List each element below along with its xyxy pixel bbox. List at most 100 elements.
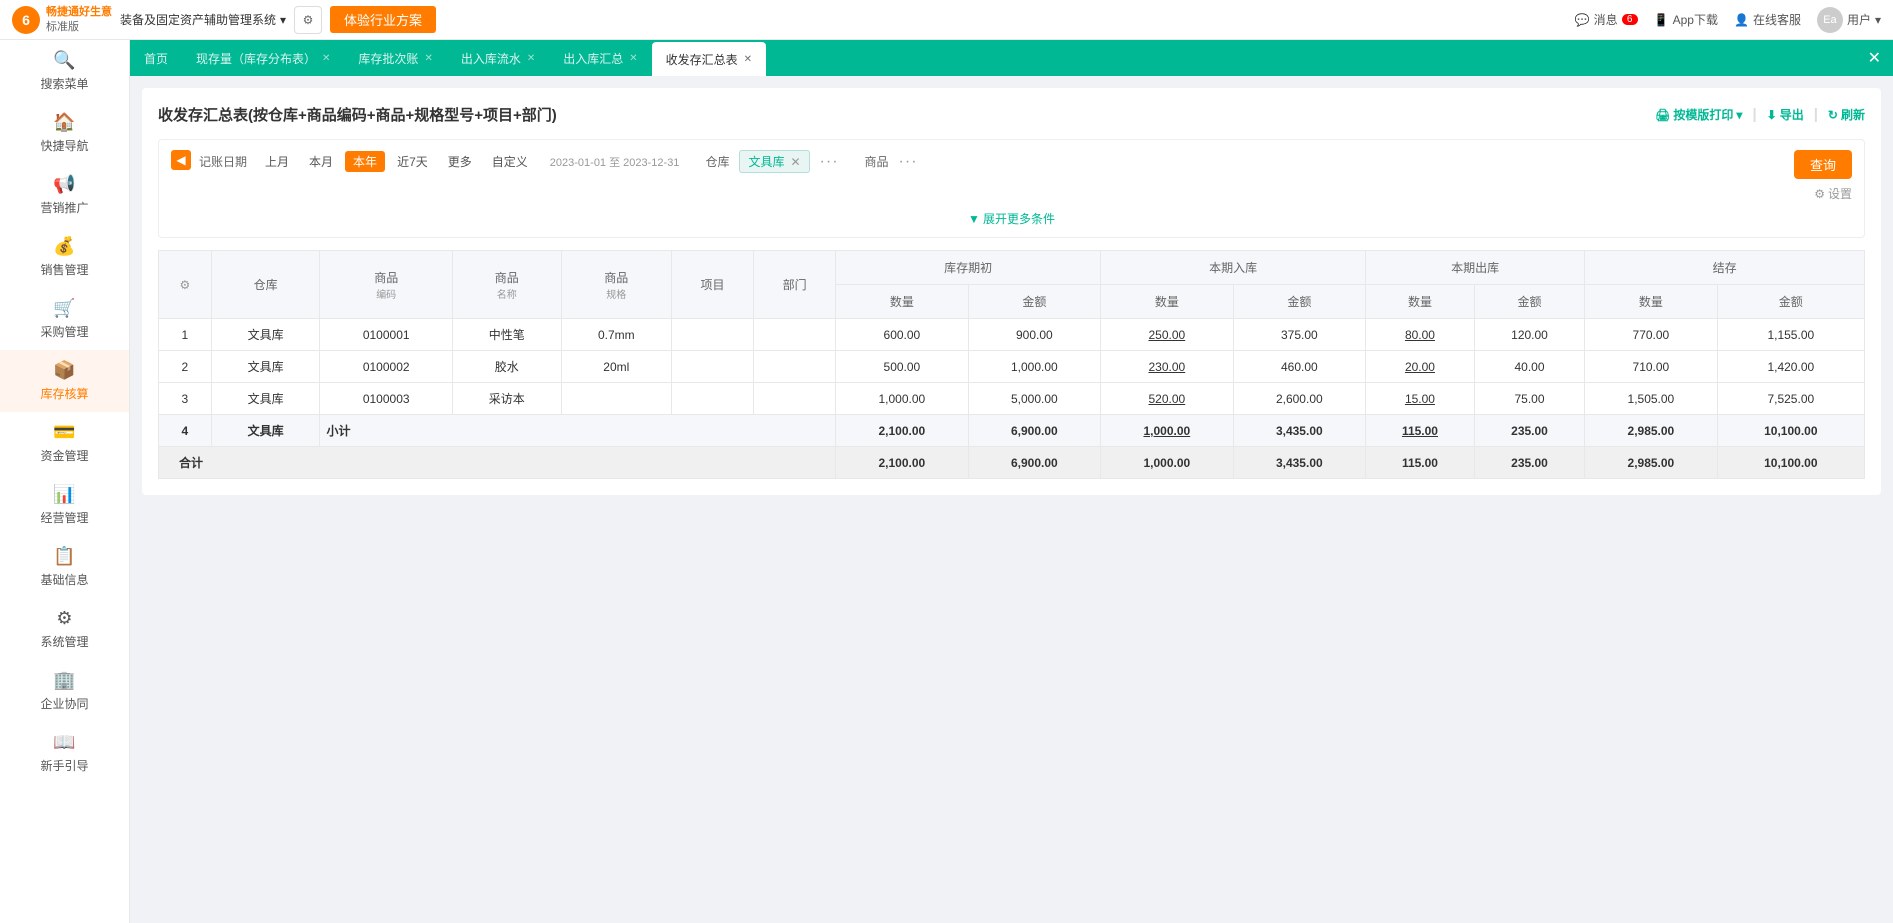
tab-recv-send-summary-label: 收发存汇总表: [666, 51, 738, 68]
tab-recv-send-summary[interactable]: 收发存汇总表 ✕: [652, 42, 766, 76]
search-icon: 🔍: [53, 50, 75, 71]
tab-stock-dist[interactable]: 现存量（库存分布表） ✕: [182, 40, 344, 76]
sidebar-item-search[interactable]: 🔍 搜索菜单: [0, 40, 129, 102]
filter-date-7days[interactable]: 近7天: [389, 151, 436, 172]
cell-out-qty[interactable]: 20.00: [1366, 351, 1475, 383]
print-dropdown-icon: ▾: [1736, 108, 1742, 122]
sidebar-item-guide[interactable]: 📖 新手引导: [0, 722, 129, 784]
goods-label: 商品: [865, 153, 889, 170]
cell-goods-spec: 0.7mm: [561, 319, 671, 351]
purchase-icon: 🛒: [53, 298, 75, 319]
user-button[interactable]: Ea 用户 ▾: [1817, 7, 1881, 33]
total-out-qty: 115.00: [1366, 447, 1475, 479]
top-bar-actions: 💬 消息 6 📱 App下载 👤 在线客服 Ea 用户 ▾: [1575, 7, 1881, 33]
tab-close-all-button[interactable]: ✕: [1856, 48, 1893, 68]
sidebar-label-operation: 经营管理: [40, 509, 88, 526]
subtotal-opening-qty: 2,100.00: [836, 415, 968, 447]
total-row: 合计 2,100.00 6,900.00 1,000.00 3,435.00 1…: [159, 447, 1865, 479]
filter-date-more[interactable]: 更多: [440, 151, 480, 172]
cell-warehouse: 文具库: [211, 351, 320, 383]
cell-balance-amt: 7,525.00: [1717, 383, 1864, 415]
sidebar-label-sales: 销售管理: [40, 261, 88, 278]
tab-stock-dist-close[interactable]: ✕: [322, 53, 330, 64]
query-button[interactable]: 查询: [1794, 150, 1852, 179]
trial-button[interactable]: 体验行业方案: [330, 6, 436, 33]
app-title: 畅捷通好生意 标准版: [46, 5, 112, 34]
cell-balance-qty: 710.00: [1585, 351, 1717, 383]
sidebar-item-operation[interactable]: 📊 经营管理: [0, 474, 129, 536]
marketing-icon: 📢: [53, 174, 75, 195]
online-service-button[interactable]: 👤 在线客服: [1734, 11, 1801, 28]
goods-more-dots[interactable]: ···: [899, 153, 918, 171]
tab-recv-send-summary-close[interactable]: ✕: [744, 54, 752, 65]
th-project: 项目: [671, 251, 753, 319]
inventory-icon: 📦: [53, 360, 75, 381]
sidebar-item-system[interactable]: ⚙ 系统管理: [0, 598, 129, 660]
home-icon: 🏠: [53, 112, 75, 133]
cell-index: 2: [159, 351, 212, 383]
finance-icon: 💳: [53, 422, 75, 443]
tab-batch-ledger-close[interactable]: ✕: [424, 53, 432, 64]
sidebar-item-finance[interactable]: 💳 资金管理: [0, 412, 129, 474]
total-in-amt: 3,435.00: [1233, 447, 1365, 479]
cell-in-qty[interactable]: 250.00: [1101, 319, 1233, 351]
warehouse-tag-remove[interactable]: ✕: [790, 155, 800, 169]
filter-date-buttons: 上月 本月 本年 近7天 更多 自定义: [257, 151, 536, 172]
filter-date-this-year[interactable]: 本年: [345, 151, 385, 172]
cell-out-qty[interactable]: 15.00: [1366, 383, 1475, 415]
export-button[interactable]: ⬇ 导出: [1767, 106, 1804, 123]
cell-out-qty[interactable]: 80.00: [1366, 319, 1475, 351]
sidebar-item-sales[interactable]: 💰 销售管理: [0, 226, 129, 288]
tab-in-out-flow[interactable]: 出入库流水 ✕: [447, 40, 549, 76]
filter-actions: 查询 ⚙ 设置: [1782, 150, 1852, 202]
logo-area: 6 畅捷通好生意 标准版: [12, 5, 112, 34]
filter-setting-button[interactable]: ⚙ 设置: [1814, 185, 1852, 202]
sidebar: 🔍 搜索菜单 🏠 快捷导航 📢 营销推广 💰 销售管理 🛒 采购管理 📦: [0, 40, 130, 923]
gear-button[interactable]: ⚙: [294, 6, 322, 34]
cell-opening-qty: 1,000.00: [836, 383, 968, 415]
warehouse-more-dots[interactable]: ···: [820, 153, 839, 171]
cell-goods-spec: [561, 383, 671, 415]
subtotal-in-qty[interactable]: 1,000.00: [1101, 415, 1233, 447]
filter-date-last-month[interactable]: 上月: [257, 151, 297, 172]
cell-in-qty[interactable]: 230.00: [1101, 351, 1233, 383]
sidebar-item-purchase[interactable]: 🛒 采购管理: [0, 288, 129, 350]
logo-icon: 6: [12, 6, 40, 34]
subtotal-out-qty[interactable]: 115.00: [1366, 415, 1475, 447]
sidebar-item-quick-nav[interactable]: 🏠 快捷导航: [0, 102, 129, 164]
app-download-button[interactable]: 📱 App下载: [1654, 11, 1718, 28]
tab-in-out-summary-close[interactable]: ✕: [629, 53, 637, 64]
subtotal-opening-amt: 6,900.00: [968, 415, 1100, 447]
filter-collapse-button[interactable]: ◀: [171, 150, 191, 170]
sidebar-item-corp[interactable]: 🏢 企业协同: [0, 660, 129, 722]
tab-in-out-flow-close[interactable]: ✕: [527, 53, 535, 64]
cell-balance-qty: 770.00: [1585, 319, 1717, 351]
filter-date-this-month[interactable]: 本月: [301, 151, 341, 172]
filter-date-custom[interactable]: 自定义: [484, 151, 536, 172]
refresh-icon: ↻: [1828, 108, 1838, 122]
guide-icon: 📖: [53, 732, 75, 753]
th-settings[interactable]: ⚙: [159, 251, 212, 319]
sidebar-item-basic-info[interactable]: 📋 基础信息: [0, 536, 129, 598]
tab-batch-ledger[interactable]: 库存批次账 ✕: [344, 40, 446, 76]
print-button[interactable]: 🖨 按模版打印 ▾: [1655, 106, 1742, 123]
sidebar-item-marketing[interactable]: 📢 营销推广: [0, 164, 129, 226]
tab-home-label: 首页: [144, 50, 168, 67]
table-wrapper: ⚙ 仓库 商品编码 商品名称 商品规格 项目 部门 库存期初 本期入库 本期: [158, 250, 1865, 479]
tab-in-out-summary-label: 出入库汇总: [563, 50, 623, 67]
tab-stock-dist-label: 现存量（库存分布表）: [196, 50, 316, 67]
sidebar-label-guide: 新手引导: [40, 757, 88, 774]
message-button[interactable]: 💬 消息 6: [1575, 11, 1638, 28]
tab-in-out-summary[interactable]: 出入库汇总 ✕: [549, 40, 651, 76]
refresh-button[interactable]: ↻ 刷新: [1828, 106, 1865, 123]
expand-conditions-button[interactable]: ▼ 展开更多条件: [968, 210, 1055, 227]
sidebar-item-inventory[interactable]: 📦 库存核算: [0, 350, 129, 412]
cell-in-qty[interactable]: 520.00: [1101, 383, 1233, 415]
operation-icon: 📊: [53, 484, 75, 505]
total-balance-qty: 2,985.00: [1585, 447, 1717, 479]
table-row: 1 文具库 0100001 中性笔 0.7mm 600.00 900.00 25…: [159, 319, 1865, 351]
table-settings-icon[interactable]: ⚙: [179, 278, 190, 292]
tab-home[interactable]: 首页: [130, 40, 182, 76]
cell-in-amt: 2,600.00: [1233, 383, 1365, 415]
system-name-dropdown[interactable]: 装备及固定资产辅助管理系统 ▾: [120, 11, 286, 28]
